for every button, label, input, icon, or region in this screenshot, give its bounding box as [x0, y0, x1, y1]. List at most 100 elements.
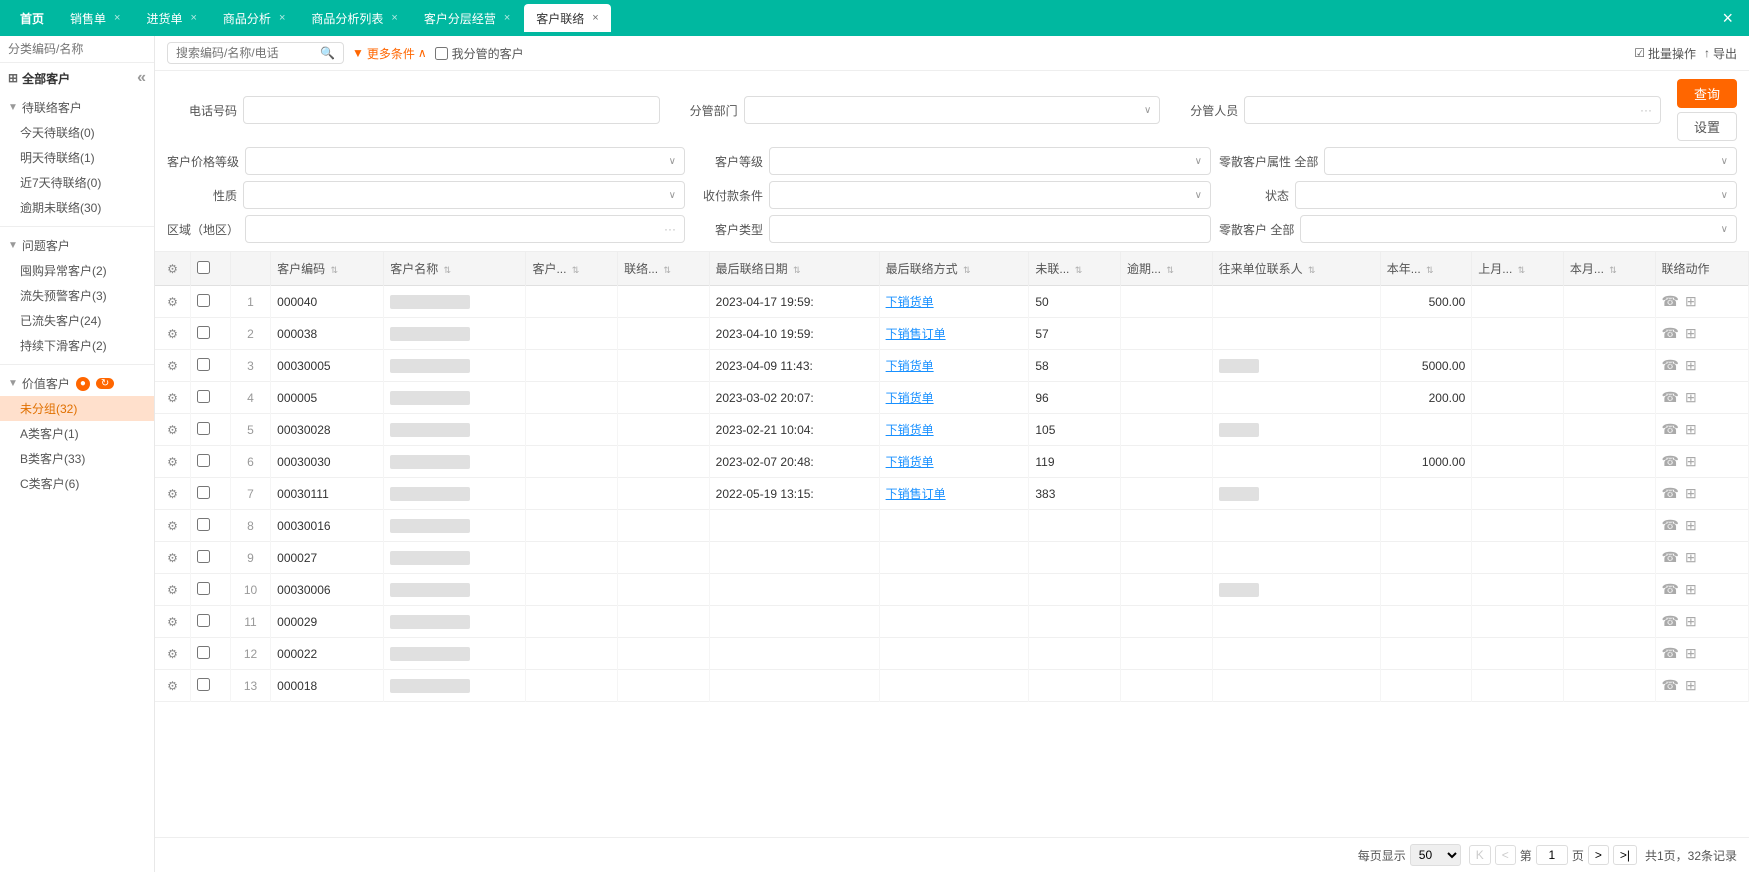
contact-action-icon[interactable]: ☎ [1662, 485, 1679, 502]
close-purchase-icon[interactable]: × [190, 12, 196, 24]
reset-button[interactable]: 设置 [1677, 112, 1737, 141]
row-checkbox[interactable] [191, 382, 231, 414]
sidebar-item-today[interactable]: 今天待联络(0) [0, 120, 154, 145]
row-select-checkbox[interactable] [197, 294, 210, 307]
row-gear[interactable]: ⚙ [155, 510, 191, 542]
row-name[interactable] [384, 446, 526, 478]
row-name[interactable] [384, 414, 526, 446]
query-button[interactable]: 查询 [1677, 79, 1737, 108]
more-action-icon[interactable]: ⊞ [1685, 421, 1697, 438]
more-action-icon[interactable]: ⊞ [1685, 517, 1697, 534]
close-product-analysis-list-icon[interactable]: × [391, 12, 397, 24]
overdue-col-header[interactable]: 逾期... ⇅ [1120, 252, 1212, 286]
customer-type-input[interactable] [769, 215, 1211, 243]
my-customers-input[interactable] [435, 47, 448, 60]
row-checkbox[interactable] [191, 670, 231, 702]
row-gear[interactable]: ⚙ [155, 574, 191, 606]
batch-operation-btn[interactable]: ☑ 批量操作 [1634, 45, 1696, 62]
more-action-icon[interactable]: ⊞ [1685, 325, 1697, 342]
row-select-checkbox[interactable] [197, 454, 210, 467]
scatter-customer-select[interactable]: ∨ [1300, 215, 1737, 243]
row-last-way[interactable] [879, 574, 1029, 606]
row-last-way[interactable] [879, 510, 1029, 542]
more-action-icon[interactable]: ⊞ [1685, 389, 1697, 406]
row-gear[interactable]: ⚙ [155, 382, 191, 414]
more-action-icon[interactable]: ⊞ [1685, 485, 1697, 502]
row-select-checkbox[interactable] [197, 582, 210, 595]
refresh-icon[interactable]: ↻ [96, 378, 114, 389]
last-way-col-header[interactable]: 最后联络方式 ⇅ [879, 252, 1029, 286]
row-checkbox[interactable] [191, 446, 231, 478]
row-checkbox[interactable] [191, 574, 231, 606]
row-gear[interactable]: ⚙ [155, 350, 191, 382]
settings-col-header[interactable]: ⚙ [155, 252, 191, 286]
first-page-button[interactable]: K [1469, 845, 1491, 865]
no-contact-col-header[interactable]: 未联... ⇅ [1029, 252, 1121, 286]
contact-action-icon[interactable]: ☎ [1662, 613, 1679, 630]
checkbox-col-header[interactable] [191, 252, 231, 286]
row-checkbox[interactable] [191, 606, 231, 638]
contact-action-icon[interactable]: ☎ [1662, 581, 1679, 598]
more-action-icon[interactable]: ⊞ [1685, 645, 1697, 662]
row-select-checkbox[interactable] [197, 646, 210, 659]
more-action-icon[interactable]: ⊞ [1685, 357, 1697, 374]
row-gear[interactable]: ⚙ [155, 414, 191, 446]
tab-sales[interactable]: 销售单 × [58, 4, 132, 32]
more-conditions-btn[interactable]: ▼ 更多条件 ∧ [352, 45, 427, 62]
contact-action-icon[interactable]: ☎ [1662, 357, 1679, 374]
sidebar-item-overdue[interactable]: 逾期未联络(30) [0, 195, 154, 220]
row-gear[interactable]: ⚙ [155, 478, 191, 510]
page-number-input[interactable] [1536, 845, 1568, 865]
contact-action-icon[interactable]: ☎ [1662, 389, 1679, 406]
tab-product-analysis[interactable]: 商品分析 × [211, 4, 297, 32]
row-name[interactable] [384, 286, 526, 318]
scatter-attr-select[interactable]: ∨ [1324, 147, 1737, 175]
row-select-checkbox[interactable] [197, 390, 210, 403]
customer-grade-select[interactable]: ∨ [769, 147, 1211, 175]
next-page-button[interactable]: > [1588, 845, 1609, 865]
value-group-title[interactable]: ▼ 价值客户 ● ↻ [0, 371, 154, 396]
row-last-way[interactable]: 下销货单 [879, 414, 1029, 446]
row-last-way[interactable]: 下销货单 [879, 382, 1029, 414]
contact-action-icon[interactable]: ☎ [1662, 453, 1679, 470]
problem-group-title[interactable]: ▼ 问题客户 [0, 233, 154, 258]
row-name[interactable] [384, 318, 526, 350]
row-select-checkbox[interactable] [197, 678, 210, 691]
row-checkbox[interactable] [191, 414, 231, 446]
row-last-way[interactable]: 下销货单 [879, 286, 1029, 318]
more-action-icon[interactable]: ⊞ [1685, 677, 1697, 694]
row-last-way[interactable] [879, 638, 1029, 670]
row-checkbox[interactable] [191, 542, 231, 574]
sidebar-item-churn-warning[interactable]: 流失预警客户(3) [0, 283, 154, 308]
row-last-way[interactable]: 下销货单 [879, 446, 1029, 478]
row-checkbox[interactable] [191, 478, 231, 510]
row-select-checkbox[interactable] [197, 326, 210, 339]
row-select-checkbox[interactable] [197, 358, 210, 371]
more-action-icon[interactable]: ⊞ [1685, 549, 1697, 566]
row-select-checkbox[interactable] [197, 422, 210, 435]
row-checkbox[interactable] [191, 638, 231, 670]
all-customers-header[interactable]: ⊞ 全部客户 « [0, 63, 154, 93]
more-action-icon[interactable]: ⊞ [1685, 581, 1697, 598]
price-grade-select[interactable]: ∨ [245, 147, 685, 175]
sidebar-item-hoard[interactable]: 囤购异常客户(2) [0, 258, 154, 283]
row-last-way[interactable] [879, 606, 1029, 638]
nature-select[interactable]: ∨ [243, 181, 685, 209]
this-year-col-header[interactable]: 本年... ⇅ [1380, 252, 1472, 286]
row-select-checkbox[interactable] [197, 550, 210, 563]
row-select-checkbox[interactable] [197, 614, 210, 627]
pending-group-title[interactable]: ▼ 待联络客户 [0, 95, 154, 120]
sidebar-item-a-class[interactable]: A类客户(1) [0, 421, 154, 446]
contact-action-icon[interactable]: ☎ [1662, 677, 1679, 694]
row-last-way[interactable] [879, 670, 1029, 702]
tab-customer-segment[interactable]: 客户分层经营 × [412, 4, 522, 32]
row-gear[interactable]: ⚙ [155, 606, 191, 638]
prev-page-button[interactable]: < [1495, 845, 1516, 865]
more-action-icon[interactable]: ⊞ [1685, 453, 1697, 470]
sidebar-item-churned[interactable]: 已流失客户(24) [0, 308, 154, 333]
row-gear[interactable]: ⚙ [155, 446, 191, 478]
row-name[interactable] [384, 350, 526, 382]
row-name[interactable] [384, 574, 526, 606]
close-sales-icon[interactable]: × [114, 12, 120, 24]
sidebar-item-tomorrow[interactable]: 明天待联络(1) [0, 145, 154, 170]
